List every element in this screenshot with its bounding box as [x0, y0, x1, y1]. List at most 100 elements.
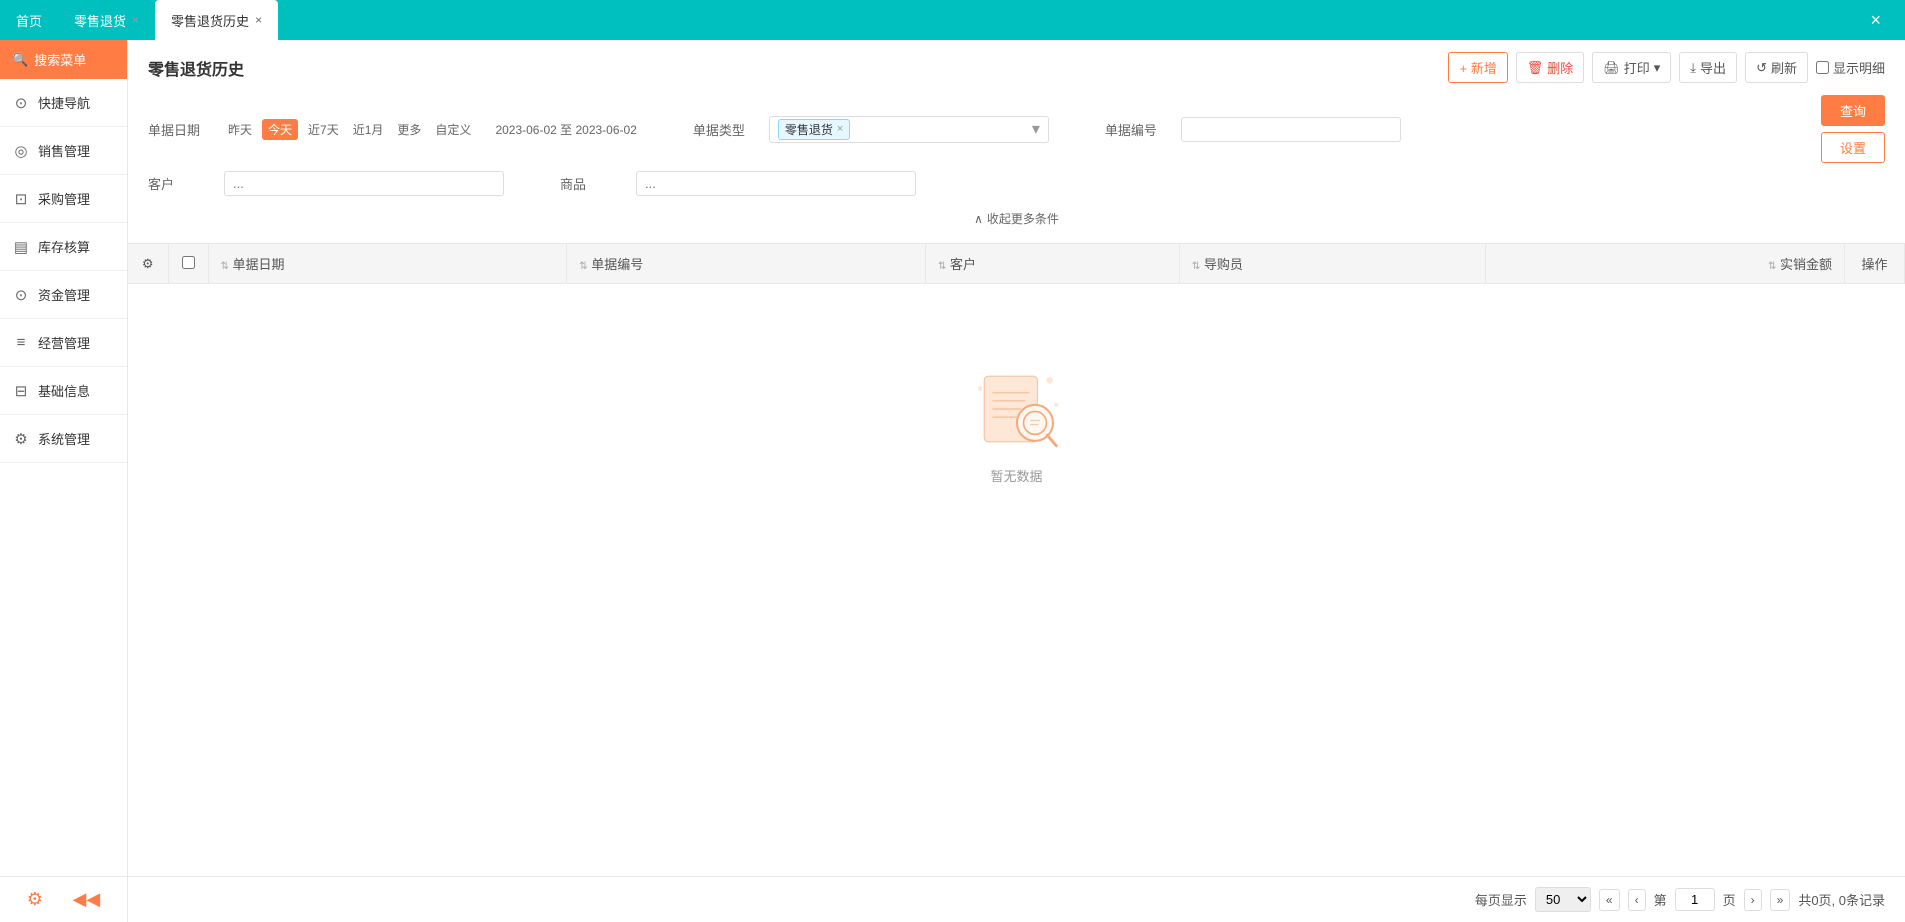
export-icon: ⤓	[1690, 60, 1696, 76]
total-records: 共0页, 0条记录	[1798, 890, 1885, 909]
type-filter-container[interactable]: 零售退货 × ▾	[769, 116, 1049, 143]
prev-page-button[interactable]: ‹	[1628, 889, 1646, 911]
sales-icon: ◎	[12, 142, 30, 160]
sidebar-item-purchase[interactable]: ⊡ 采购管理	[0, 175, 127, 223]
sidebar-items: ⊙快捷导航◎销售管理⊡采购管理▤库存核算⊙资金管理≡经营管理⊟基础信息⚙系统管理	[0, 79, 127, 463]
sidebar-bottom: ⚙ ◀◀	[0, 876, 127, 922]
sidebar-item-basic[interactable]: ⊟基础信息	[0, 367, 127, 415]
tab-close-icon[interactable]: ×	[255, 13, 262, 27]
system-icon: ⚙	[12, 430, 30, 448]
sidebar-item-quick-nav[interactable]: ⊙快捷导航	[0, 79, 127, 127]
audio-bottom-icon[interactable]: ◀◀	[73, 889, 101, 910]
search-icon: 🔍	[12, 52, 28, 68]
purchase-icon: ⊡	[12, 190, 30, 208]
finance-icon: ⊙	[12, 286, 30, 304]
tab-零售退货[interactable]: 零售退货×	[58, 0, 155, 40]
page-suffix: 页	[1723, 890, 1736, 909]
date-1month-btn[interactable]: 近1月	[349, 119, 388, 140]
sidebar-item-operations[interactable]: ≡经营管理	[0, 319, 127, 367]
window-close-button[interactable]: ×	[1862, 6, 1889, 35]
sidebar-item-label-quick-nav: 快捷导航	[38, 93, 90, 112]
sidebar-item-system[interactable]: ⚙系统管理	[0, 415, 127, 463]
select-all-checkbox[interactable]	[182, 256, 195, 269]
next-page-button[interactable]: ›	[1744, 889, 1762, 911]
table-header: ⚙ ⇅ 单据日期 ⇅ 单据编号 ⇅	[128, 244, 1905, 284]
sidebar-item-inventory[interactable]: ▤ 库存核算	[0, 223, 127, 271]
type-filter-label: 单据类型	[693, 120, 753, 139]
date-quick-buttons: 昨天 今天 近7天 近1月 更多 自定义	[224, 119, 475, 140]
date-custom-btn[interactable]: 自定义	[431, 119, 475, 140]
customer-filter-input[interactable]	[224, 171, 504, 196]
table-header-customer[interactable]: ⇅ 客户	[925, 244, 1179, 284]
sort-number-icon: ⇅	[579, 261, 587, 272]
new-button[interactable]: + 新增	[1448, 52, 1507, 83]
filter-row-1: 单据日期 昨天 今天 近7天 近1月 更多 自定义 2023-06-02 至 2…	[148, 95, 1885, 163]
last-page-button[interactable]: »	[1770, 889, 1791, 911]
table-header-date[interactable]: ⇅ 单据日期	[208, 244, 567, 284]
main-layout: 🔍 搜索菜单 ⊙快捷导航◎销售管理⊡采购管理▤库存核算⊙资金管理≡经营管理⊟基础…	[0, 40, 1905, 922]
inventory-icon: ▤	[12, 238, 30, 256]
sidebar-item-label-inventory: 库存核算	[38, 237, 90, 256]
page-label: 第	[1654, 890, 1667, 909]
date-today-btn[interactable]: 今天	[262, 119, 298, 140]
date-7days-btn[interactable]: 近7天	[304, 119, 343, 140]
table-header-guide[interactable]: ⇅ 导购员	[1179, 244, 1485, 284]
page-title: 零售退货历史	[148, 56, 244, 80]
data-table: ⚙ ⇅ 单据日期 ⇅ 单据编号 ⇅	[128, 244, 1905, 284]
refresh-icon: ↺	[1756, 60, 1767, 76]
page-header-top: 零售退货历史 + 新增 🗑 删除 🖨 打印 ▾ ⤓ 导出	[148, 52, 1885, 83]
collapse-icon: ∧	[974, 212, 983, 226]
table-header-settings[interactable]: ⚙	[128, 244, 168, 284]
date-yesterday-btn[interactable]: 昨天	[224, 119, 256, 140]
query-button[interactable]: 查询	[1821, 95, 1885, 126]
empty-state-text: 暂无数据	[990, 466, 1042, 485]
print-dropdown-icon: ▾	[1654, 60, 1661, 76]
date-more-btn[interactable]: 更多	[393, 119, 425, 140]
settings-button[interactable]: 设置	[1821, 132, 1885, 163]
sidebar-item-label-basic: 基础信息	[38, 381, 90, 400]
first-page-button[interactable]: «	[1599, 889, 1620, 911]
date-filter-label: 单据日期	[148, 120, 208, 139]
sort-date-icon: ⇅	[221, 261, 229, 272]
goods-filter-input[interactable]	[636, 171, 916, 196]
sidebar-item-label-purchase: 采购管理	[38, 189, 90, 208]
filter-area: 单据日期 昨天 今天 近7天 近1月 更多 自定义 2023-06-02 至 2…	[148, 95, 1885, 243]
settings-bottom-icon[interactable]: ⚙	[27, 889, 43, 910]
sidebar: 🔍 搜索菜单 ⊙快捷导航◎销售管理⊡采购管理▤库存核算⊙资金管理≡经营管理⊟基础…	[0, 40, 128, 922]
export-button[interactable]: ⤓ 导出	[1679, 52, 1737, 83]
show-detail-checkbox[interactable]: 显示明细	[1816, 58, 1885, 77]
tab-首页[interactable]: 首页	[0, 0, 58, 40]
tab-bar: 首页零售退货×零售退货历史×	[0, 0, 1862, 40]
query-settings-group: 查询 设置	[1821, 95, 1885, 163]
sidebar-item-sales[interactable]: ◎ 销售管理	[0, 127, 127, 175]
date-range-display: 2023-06-02 至 2023-06-02	[495, 121, 636, 138]
operations-icon: ≡	[12, 334, 30, 352]
pagination-bar: 每页显示 10 20 50 100 « ‹ 第 页 › » 共0页, 0条记录	[128, 876, 1905, 922]
type-tag-close[interactable]: ×	[837, 123, 843, 135]
top-bar: 首页零售退货×零售退货历史× ×	[0, 0, 1905, 40]
tab-零售退货历史[interactable]: 零售退货历史×	[155, 0, 278, 40]
sort-customer-icon: ⇅	[938, 261, 946, 272]
print-button[interactable]: 🖨 打印 ▾	[1592, 52, 1671, 83]
tab-close-icon[interactable]: ×	[132, 13, 139, 27]
show-detail-input[interactable]	[1816, 61, 1829, 74]
type-dropdown-arrow[interactable]: ▾	[1032, 119, 1040, 139]
table-header-number[interactable]: ⇅ 单据编号	[567, 244, 926, 284]
delete-button[interactable]: 🗑 删除	[1516, 52, 1585, 83]
refresh-button[interactable]: ↺ 刷新	[1745, 52, 1808, 83]
delete-icon: 🗑	[1527, 60, 1544, 76]
empty-state-icon	[967, 364, 1067, 454]
filter-row-2: 客户 商品	[148, 171, 1885, 196]
sidebar-item-label-sales: 销售管理	[38, 141, 90, 160]
per-page-select[interactable]: 10 20 50 100	[1535, 887, 1591, 912]
sidebar-search-label: 搜索菜单	[34, 50, 86, 69]
customer-filter-label: 客户	[148, 174, 208, 193]
collapse-bar[interactable]: ∧ 收起更多条件	[148, 204, 1885, 233]
sidebar-item-finance[interactable]: ⊙资金管理	[0, 271, 127, 319]
table-header-amount[interactable]: ⇅ 实销金额	[1486, 244, 1845, 284]
number-filter-input[interactable]	[1181, 117, 1401, 142]
sidebar-search-button[interactable]: 🔍 搜索菜单	[0, 40, 127, 79]
table-header-checkbox	[168, 244, 208, 284]
page-number-input[interactable]	[1675, 888, 1715, 911]
table-header-action: 操作	[1845, 244, 1905, 284]
